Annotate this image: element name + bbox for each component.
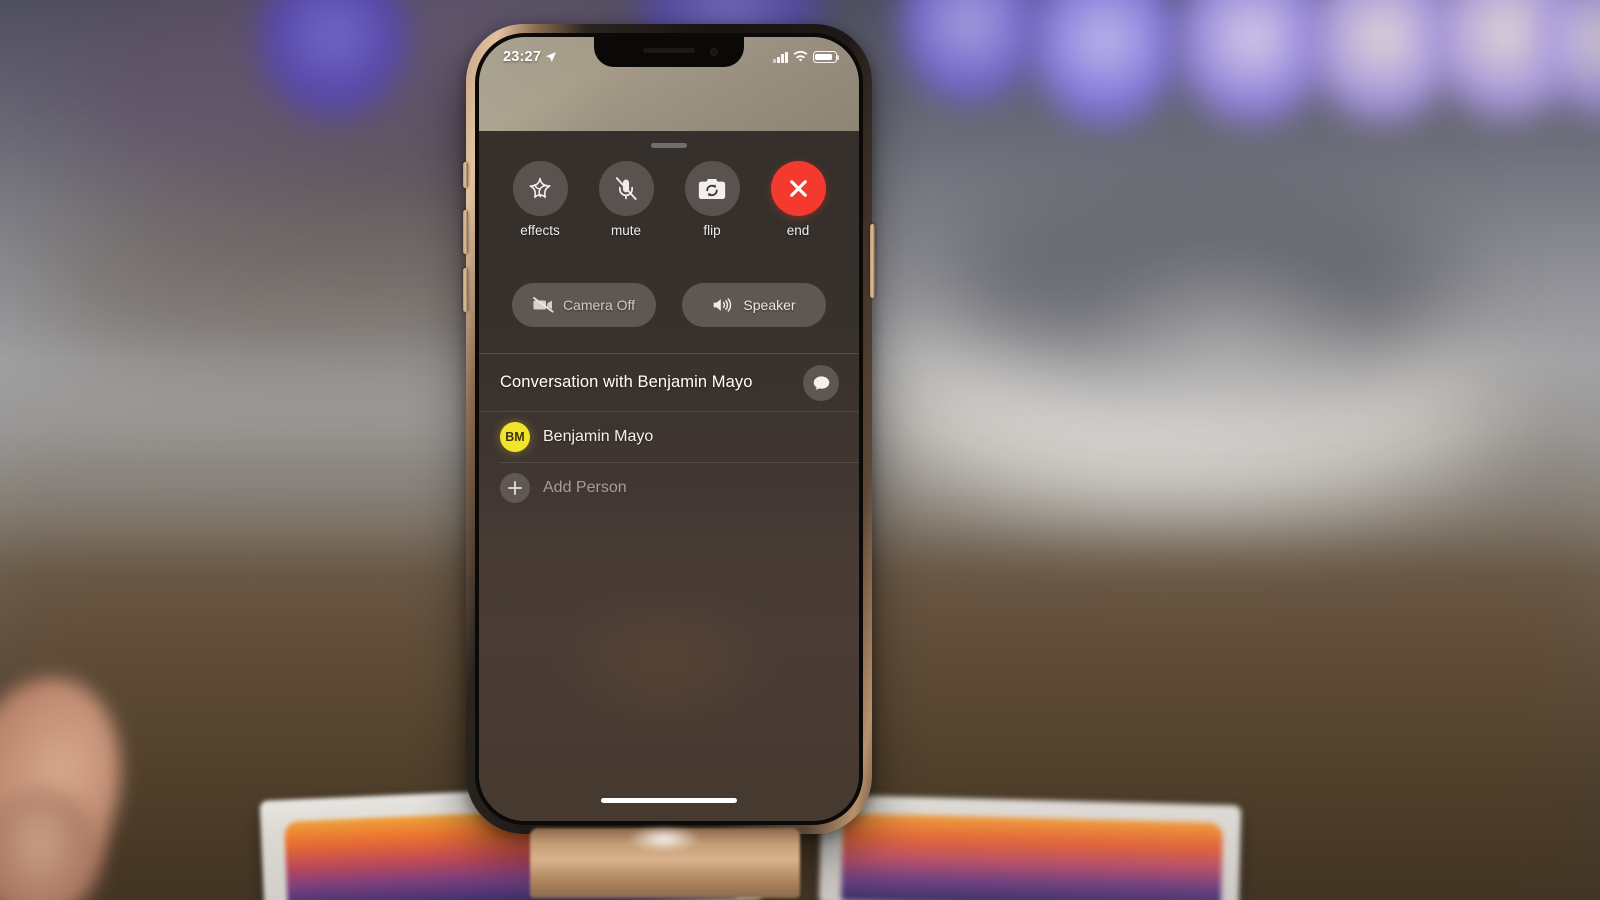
end-call-button[interactable]: end (761, 161, 835, 238)
mute-button-circle (598, 161, 654, 216)
call-control-panel: effects mute flip end Camera Off Speaker… (479, 131, 859, 821)
speaker-label: Speaker (743, 297, 796, 313)
ring-silent-switch[interactable] (463, 162, 468, 188)
retail-box-artwork-right (840, 813, 1224, 900)
stand-highlight (628, 826, 700, 852)
secondary-controls: Camera Off Speaker (479, 283, 859, 327)
status-bar-right (773, 51, 840, 63)
speaker-icon (712, 296, 734, 314)
end-call-button-circle (770, 161, 826, 216)
flip-button-circle (684, 161, 740, 216)
effects-button[interactable]: effects (503, 161, 577, 238)
phone-bezel: 23:27 effects mute flip end Camera Off S… (475, 33, 863, 825)
add-person-row[interactable]: Add Person (479, 463, 859, 513)
message-button[interactable] (803, 364, 839, 401)
conversation-title: Conversation with Benjamin Mayo (500, 373, 753, 391)
location-arrow-icon (545, 51, 557, 63)
camera-off-label: Camera Off (562, 297, 636, 313)
status-bar: 23:27 (479, 37, 859, 71)
conversation-section: Conversation with Benjamin Mayo BM Benja… (479, 354, 859, 821)
participant-name: Benjamin Mayo (543, 428, 654, 445)
bokeh-light (1080, 250, 1380, 430)
phone-screen: 23:27 effects mute flip end Camera Off S… (479, 37, 859, 821)
mute-button[interactable]: mute (589, 161, 663, 238)
mute-microphone-icon (612, 175, 640, 203)
flip-button[interactable]: flip (675, 161, 749, 238)
power-button[interactable] (870, 224, 875, 298)
volume-down-button[interactable] (463, 268, 468, 312)
flip-button-label: flip (703, 223, 721, 238)
effects-button-label: effects (520, 223, 560, 238)
flip-camera-icon (697, 176, 727, 202)
add-person-label: Add Person (543, 479, 627, 496)
camera-off-button[interactable]: Camera Off (512, 283, 656, 327)
end-call-button-label: end (786, 223, 810, 238)
cellular-signal-icon (773, 51, 788, 63)
battery-icon (813, 51, 840, 63)
status-bar-time: 23:27 (503, 49, 542, 65)
wifi-icon (793, 51, 808, 63)
call-control-buttons: effects mute flip end (479, 161, 859, 238)
avatar: BM (500, 422, 530, 452)
photo-scene: 23:27 effects mute flip end Camera Off S… (0, 0, 1600, 900)
message-bubble-icon (812, 374, 831, 392)
panel-drag-handle[interactable] (651, 143, 687, 148)
effects-star-icon (525, 174, 555, 204)
participant-row[interactable]: BM Benjamin Mayo (479, 412, 859, 462)
mute-button-label: mute (610, 223, 641, 238)
end-call-x-icon (785, 175, 812, 202)
iphone-device: 23:27 effects mute flip end Camera Off S… (463, 24, 875, 834)
camera-off-icon (532, 297, 554, 313)
status-bar-left: 23:27 (503, 49, 557, 65)
plus-icon (500, 473, 530, 503)
conversation-header: Conversation with Benjamin Mayo (479, 354, 859, 411)
effects-button-circle (512, 161, 568, 216)
speaker-button[interactable]: Speaker (682, 283, 826, 327)
empty-list-area (479, 513, 859, 821)
volume-up-button[interactable] (463, 210, 468, 254)
home-indicator-bar[interactable] (601, 798, 737, 803)
